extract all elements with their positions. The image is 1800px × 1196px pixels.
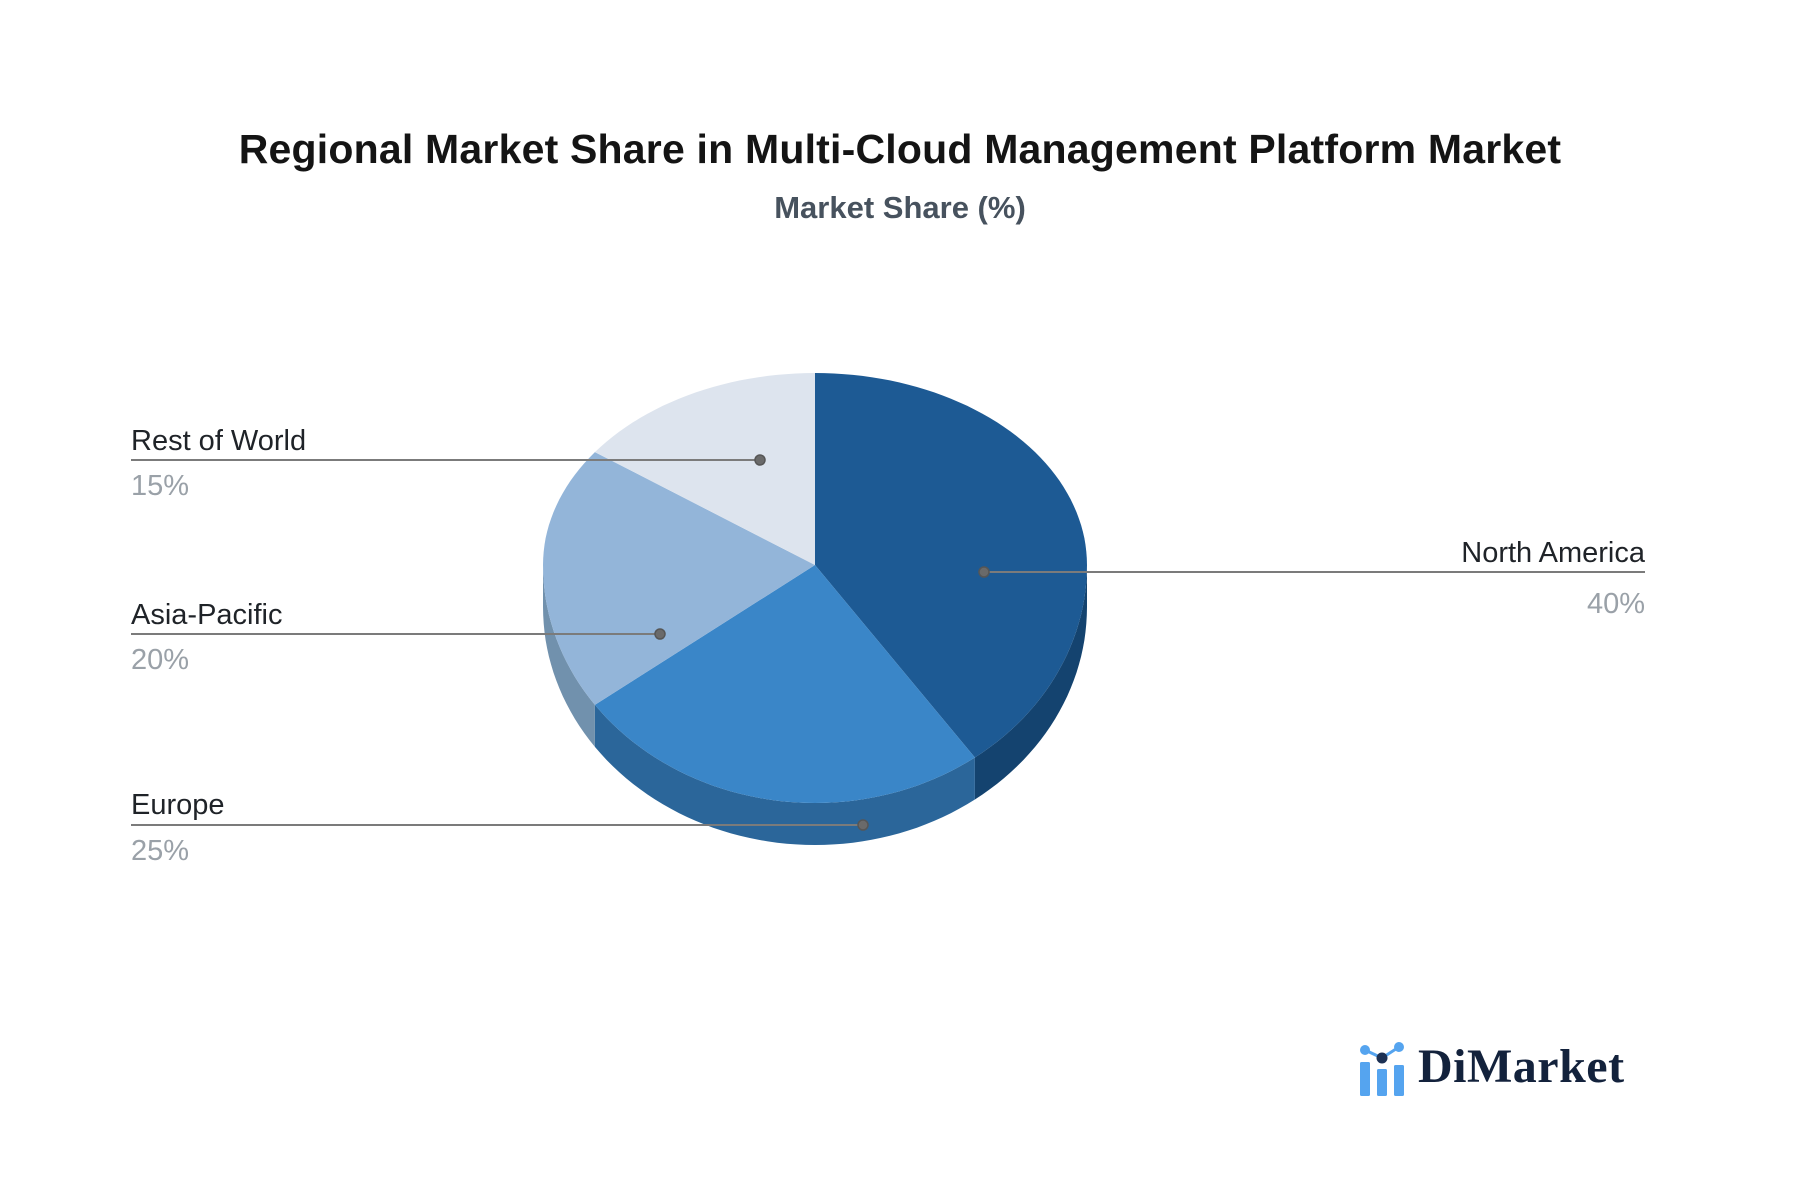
pct-group-rest-of-world: 15% <box>131 471 189 501</box>
label-group-rest-of-world: Rest of World <box>131 426 306 456</box>
slice-pct-europe: 25% <box>131 835 190 867</box>
leader-dot-asia-pacific <box>654 628 666 640</box>
chart-page: Regional Market Share in Multi-Cloud Man… <box>0 0 1800 1196</box>
pie-chart-canvas[interactable] <box>0 0 1800 1196</box>
leader-dot-europe <box>857 819 869 831</box>
label-group-asia-pacific: Asia-Pacific <box>131 600 283 630</box>
slice-label-rest-of-world: Rest of World <box>131 425 307 457</box>
slice-label-europe: Europe <box>131 789 225 821</box>
label-group-europe: Europe <box>131 790 225 820</box>
label-group-north-america: North America <box>1461 538 1645 568</box>
leader-dot-north-america <box>978 566 990 578</box>
bar-chart-with-trend-dots-icon <box>1360 1042 1404 1096</box>
pct-group-asia-pacific: 20% <box>131 645 189 675</box>
pct-group-north-america: 40% <box>1587 589 1645 619</box>
brand-logo-text: DiMarket <box>1418 1040 1625 1093</box>
leader-dot-rest-of-world <box>754 454 766 466</box>
pct-group-europe: 25% <box>131 836 189 866</box>
slice-pct-north-america: 40% <box>1586 588 1645 620</box>
slice-label-asia-pacific: Asia-Pacific <box>131 599 283 631</box>
slice-label-north-america: North America <box>1461 537 1645 569</box>
brand-logo: DiMarket <box>1358 1038 1625 1096</box>
slice-pct-asia-pacific: 20% <box>131 644 190 676</box>
slice-pct-rest-of-world: 15% <box>131 470 190 502</box>
